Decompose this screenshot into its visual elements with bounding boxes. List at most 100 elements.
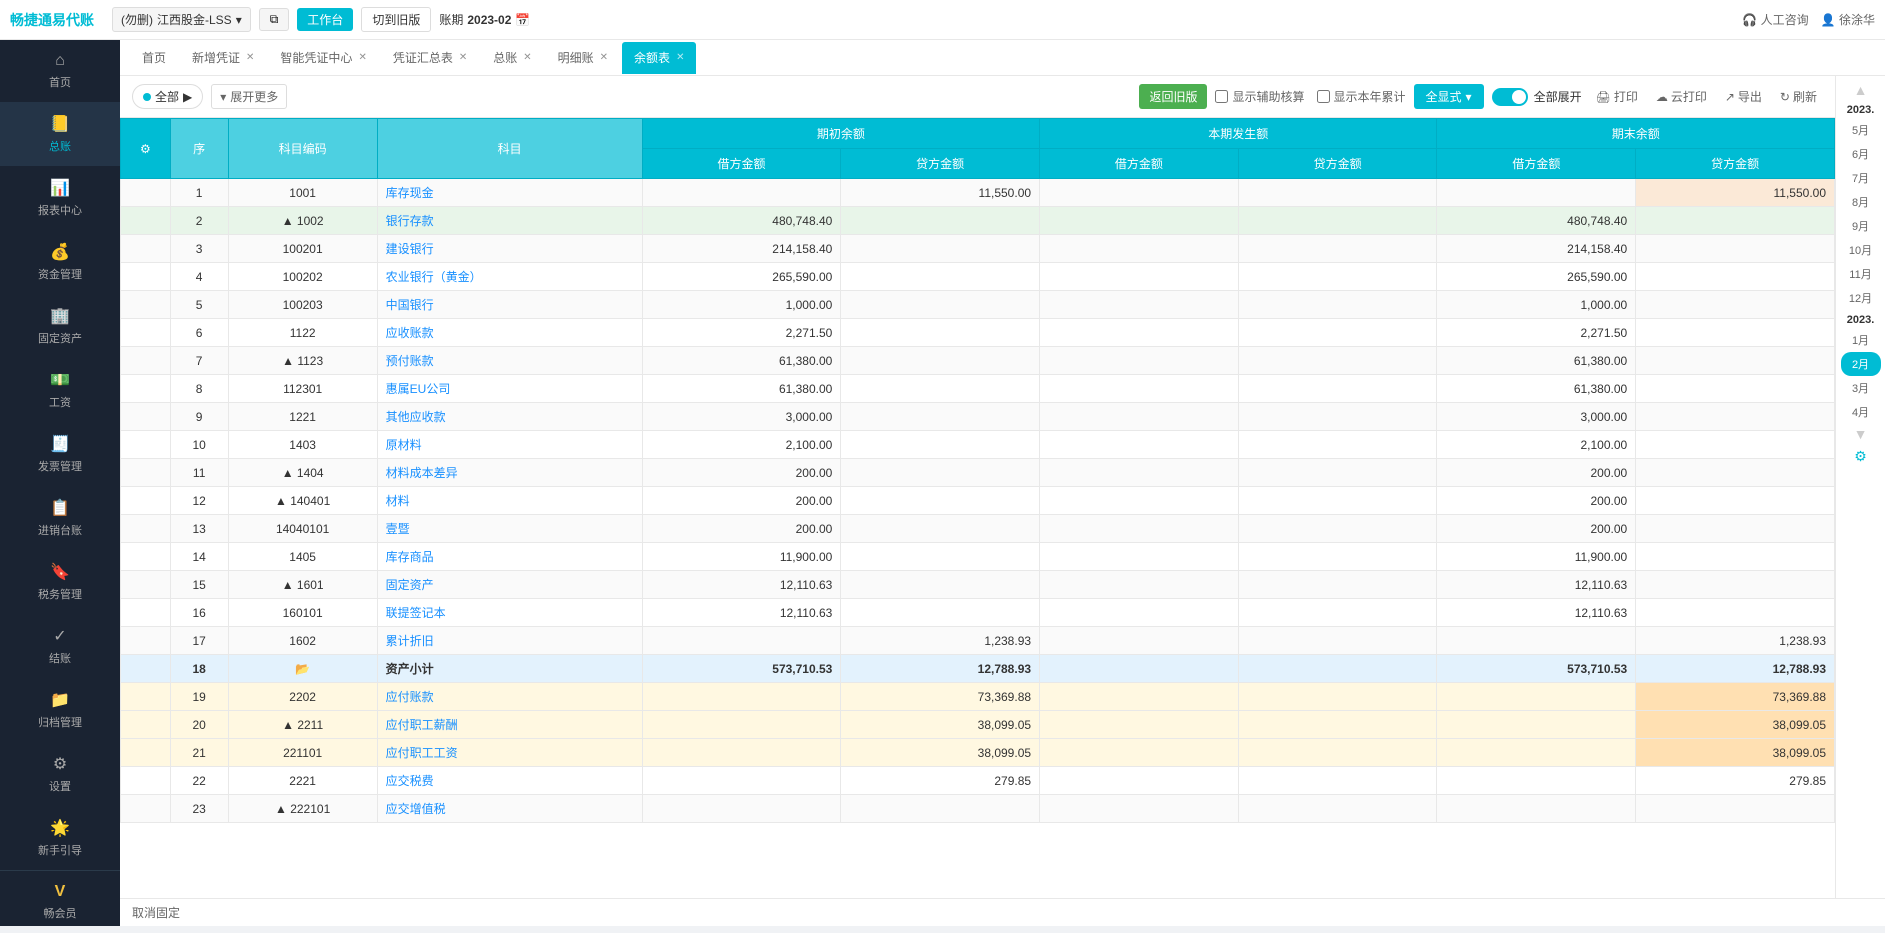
show-auxiliary-label[interactable]: 显示辅助核算	[1215, 88, 1304, 105]
print-icon: 🖨	[1596, 90, 1611, 104]
show-auxiliary-checkbox[interactable]	[1215, 90, 1228, 103]
print-button[interactable]: 🖨 打印	[1590, 85, 1644, 108]
sidebar-item-payroll[interactable]: 💵 工资	[0, 358, 120, 422]
row-name[interactable]: 壹暨	[377, 515, 642, 543]
row-name[interactable]: 建设银行	[377, 235, 642, 263]
row-name[interactable]: 材料	[377, 487, 642, 515]
row-name[interactable]: 应付职工薪酬	[377, 711, 642, 739]
user-service[interactable]: 🎧 人工咨询	[1742, 11, 1808, 28]
filter-all[interactable]: 全部 ▶	[132, 84, 203, 109]
export-button[interactable]: ↗ 导出	[1719, 85, 1768, 108]
return-old-version-button[interactable]: 返回旧版	[1139, 84, 1207, 109]
unfix-label[interactable]: 取消固定	[132, 904, 180, 921]
sidebar-item-reports[interactable]: 📊 报表中心	[0, 166, 120, 230]
user-avatar[interactable]: 👤 徐涂华	[1821, 11, 1875, 28]
tab-home[interactable]: 首页	[130, 42, 178, 74]
row-ob-debit	[642, 683, 841, 711]
period-month-9[interactable]: 9月	[1841, 214, 1881, 238]
period-month-3[interactable]: 3月	[1841, 376, 1881, 400]
sidebar-item-invoice[interactable]: 🧾 发票管理	[0, 422, 120, 486]
row-name[interactable]: 应交增值税	[377, 795, 642, 823]
row-name[interactable]: 中国银行	[377, 291, 642, 319]
tab-new-voucher-close[interactable]: ✕	[246, 52, 254, 63]
tab-general-ledger-close[interactable]: ✕	[523, 52, 531, 63]
show-ytd-label[interactable]: 显示本年累计	[1317, 88, 1406, 105]
tab-smart-voucher[interactable]: 智能凭证中心 ✕	[268, 42, 378, 74]
period-month-12[interactable]: 12月	[1841, 286, 1881, 310]
period-month-5[interactable]: 5月	[1841, 118, 1881, 142]
sidebar-item-general-ledger[interactable]: 📒 总账	[0, 102, 120, 166]
tab-voucher-summary[interactable]: 凭证汇总表 ✕	[381, 42, 479, 74]
period-month-2[interactable]: 2月	[1841, 352, 1881, 376]
row-name[interactable]: 库存现金	[377, 179, 642, 207]
tab-new-voucher[interactable]: 新增凭证 ✕	[180, 42, 266, 74]
table-row: 91221其他应收款3,000.003,000.00	[121, 403, 1835, 431]
row-no: 8	[170, 375, 228, 403]
period-settings-icon[interactable]: ⚙	[1854, 448, 1867, 465]
row-name[interactable]: 材料成本差异	[377, 459, 642, 487]
purchase-icon: 📋	[50, 498, 70, 518]
row-cur-debit	[1040, 375, 1239, 403]
row-name[interactable]: 其他应收款	[377, 403, 642, 431]
row-name[interactable]: 应付账款	[377, 683, 642, 711]
show-ytd-checkbox[interactable]	[1317, 90, 1330, 103]
display-mode-button[interactable]: 全显式 ▾	[1414, 84, 1484, 109]
period-month-10[interactable]: 10月	[1841, 238, 1881, 262]
row-no: 14	[170, 543, 228, 571]
toggle-switch-control[interactable]	[1492, 88, 1528, 106]
sidebar-item-archive[interactable]: 📁 归档管理	[0, 678, 120, 742]
expand-more-button[interactable]: ▾ 展开更多	[211, 84, 287, 109]
tab-detail-ledger-close[interactable]: ✕	[600, 52, 608, 63]
period-up-arrow[interactable]: ▲	[1852, 80, 1870, 100]
period-month-4[interactable]: 4月	[1841, 400, 1881, 424]
tab-detail-ledger[interactable]: 明细账 ✕	[546, 42, 620, 74]
sidebar-item-home[interactable]: ⌂ 首页	[0, 40, 120, 102]
workbench-button[interactable]: 工作台	[297, 8, 353, 31]
row-name[interactable]: 应付职工工资	[377, 739, 642, 767]
row-no: 13	[170, 515, 228, 543]
sidebar-item-member[interactable]: V 畅会员	[0, 871, 120, 933]
switch-version-button[interactable]: 切到旧版	[361, 7, 431, 32]
calendar-icon[interactable]: 📅	[515, 13, 530, 27]
toggle-expand[interactable]: 全部展开	[1492, 88, 1582, 106]
sidebar-item-settings[interactable]: ⚙ 设置	[0, 742, 120, 806]
sidebar-item-tax[interactable]: 🔖 税务管理	[0, 550, 120, 614]
period-month-1[interactable]: 1月	[1841, 328, 1881, 352]
row-name[interactable]: 银行存款	[377, 207, 642, 235]
row-name[interactable]: 农业银行（黄金）	[377, 263, 642, 291]
refresh-button[interactable]: ↻ 刷新	[1774, 85, 1823, 108]
period-month-8[interactable]: 8月	[1841, 190, 1881, 214]
row-gear	[121, 319, 171, 347]
row-name[interactable]: 累计折旧	[377, 627, 642, 655]
tab-smart-voucher-close[interactable]: ✕	[358, 52, 366, 63]
tab-balance-sheet[interactable]: 余额表 ✕	[622, 42, 696, 74]
sidebar-item-purchase-sales[interactable]: 📋 进销台账	[0, 486, 120, 550]
row-name[interactable]: 固定资产	[377, 571, 642, 599]
row-name[interactable]: 库存商品	[377, 543, 642, 571]
row-cur-debit	[1040, 431, 1239, 459]
period-down-arrow[interactable]: ▼	[1852, 424, 1870, 444]
row-name[interactable]: 预付账款	[377, 347, 642, 375]
copy-button[interactable]: ⧉	[259, 8, 290, 31]
row-name[interactable]: 资产小计	[377, 655, 642, 683]
sidebar-item-settlement[interactable]: ✓ 结账	[0, 614, 120, 678]
row-name[interactable]: 应交税费	[377, 767, 642, 795]
tab-balance-sheet-close[interactable]: ✕	[676, 52, 684, 63]
tab-voucher-summary-close[interactable]: ✕	[459, 52, 467, 63]
period-month-6[interactable]: 6月	[1841, 142, 1881, 166]
cloud-print-button[interactable]: ☁ 云打印	[1650, 85, 1713, 108]
period-month-7[interactable]: 7月	[1841, 166, 1881, 190]
tab-general-ledger[interactable]: 总账 ✕	[481, 42, 543, 74]
row-name[interactable]: 惠属EU公司	[377, 375, 642, 403]
sidebar-item-fixed-assets[interactable]: 🏢 固定资产	[0, 294, 120, 358]
row-name[interactable]: 原材料	[377, 431, 642, 459]
settings-column-header[interactable]: ⚙	[121, 119, 171, 179]
row-no: 3	[170, 235, 228, 263]
period-month-11[interactable]: 11月	[1841, 262, 1881, 286]
company-selector[interactable]: (勿删) 江西股金-LSS ▾	[112, 7, 251, 32]
sidebar-item-assets[interactable]: 💰 资金管理	[0, 230, 120, 294]
row-name[interactable]: 应收账款	[377, 319, 642, 347]
gear-icon[interactable]: ⚙	[140, 142, 151, 156]
sidebar-item-guide[interactable]: 🌟 新手引导	[0, 806, 120, 870]
row-name[interactable]: 联提签记本	[377, 599, 642, 627]
